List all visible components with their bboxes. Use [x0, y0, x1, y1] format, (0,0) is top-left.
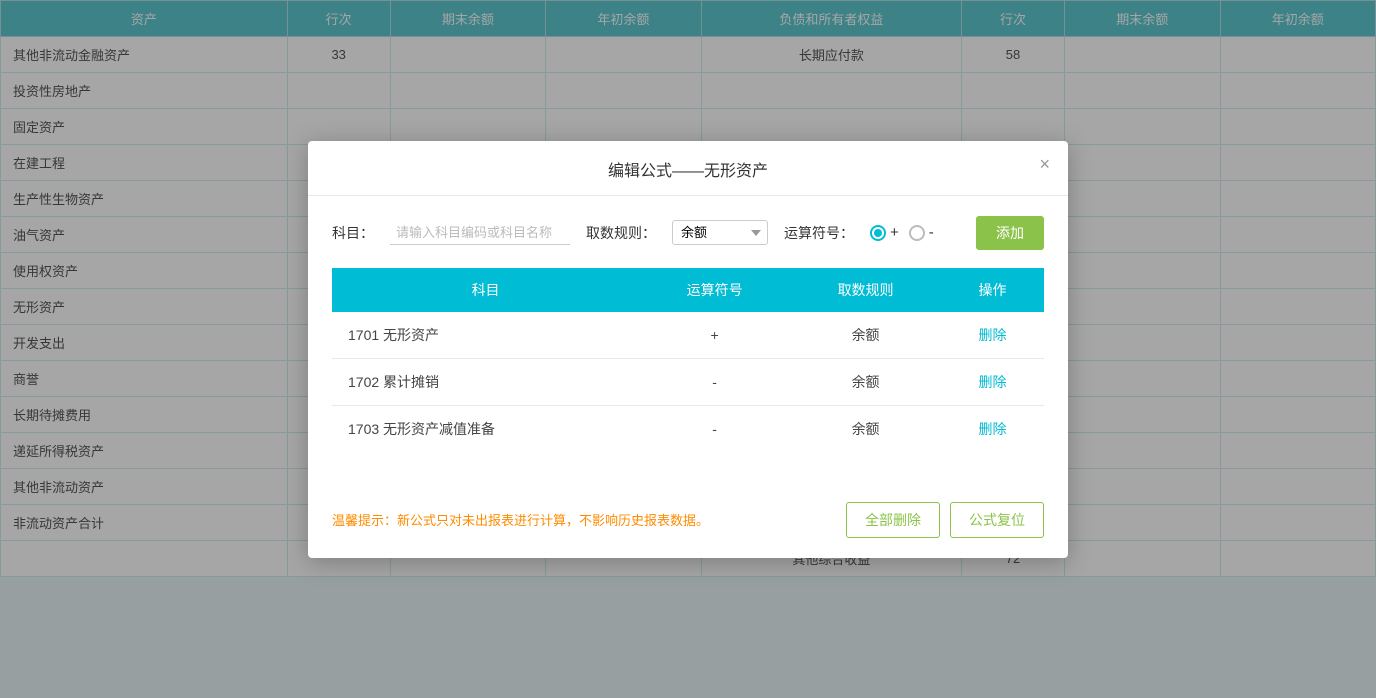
plus-radio-circle: [870, 225, 886, 241]
formula-table-head: 科目运算符号取数规则操作: [332, 268, 1044, 312]
operator-label: 运算符号：: [784, 223, 854, 243]
subject-input[interactable]: [390, 221, 570, 245]
reset-formula-button[interactable]: 公式复位: [950, 502, 1044, 538]
formula-operator-cell: +: [639, 312, 790, 359]
footer-hint: 温馨提示：新公式只对未出报表进行计算，不影响历史报表数据。: [332, 510, 709, 529]
form-row: 科目： 取数规则： 余额借方贷方借方发生额贷方发生额 运算符号： + -: [332, 216, 1044, 250]
modal-body: 科目： 取数规则： 余额借方贷方借方发生额贷方发生额 运算符号： + -: [308, 196, 1068, 488]
modal-title: 编辑公式——无形资产: [608, 163, 768, 180]
rule-label: 取数规则：: [586, 223, 656, 243]
minus-radio-label: -: [929, 224, 934, 241]
edit-formula-modal: 编辑公式——无形资产 × 科目： 取数规则： 余额借方贷方借方发生额贷方发生额 …: [308, 141, 1068, 558]
plus-radio-label: +: [890, 224, 899, 241]
formula-action-cell: 删除: [941, 358, 1044, 405]
formula-operator-cell: -: [639, 405, 790, 452]
rule-select[interactable]: 余额借方贷方借方发生额贷方发生额: [672, 220, 768, 245]
formula-rule-cell: 余额: [790, 405, 941, 452]
formula-col-header: 运算符号: [639, 268, 790, 312]
rule-select-wrap: 余额借方贷方借方发生额贷方发生额: [672, 220, 768, 245]
delete-row-button[interactable]: 删除: [979, 325, 1007, 345]
formula-rule-cell: 余额: [790, 312, 941, 359]
delete-row-button[interactable]: 删除: [979, 372, 1007, 392]
operator-plus-radio[interactable]: +: [870, 224, 899, 241]
modal-header: 编辑公式——无形资产 ×: [308, 141, 1068, 196]
table-row: 1702 累计摊销-余额 删除: [332, 358, 1044, 405]
formula-action-cell: 删除: [941, 312, 1044, 359]
minus-radio-circle: [909, 225, 925, 241]
formula-table-body: 1701 无形资产+余额删除1702 累计摊销-余额删除1703 无形资产减值准…: [332, 312, 1044, 452]
delete-all-button[interactable]: 全部删除: [846, 502, 940, 538]
formula-subject-cell: 1702 累计摊销: [332, 358, 639, 405]
modal-footer: 温馨提示：新公式只对未出报表进行计算，不影响历史报表数据。 全部删除 公式复位: [308, 488, 1068, 558]
formula-table: 科目运算符号取数规则操作 1701 无形资产+余额删除1702 累计摊销-余额删…: [332, 268, 1044, 452]
table-row: 1703 无形资产减值准备-余额 删除: [332, 405, 1044, 452]
formula-operator-cell: -: [639, 358, 790, 405]
operator-radio-group: + -: [870, 224, 934, 241]
subject-label: 科目：: [332, 223, 374, 243]
formula-col-header: 取数规则: [790, 268, 941, 312]
footer-buttons: 全部删除 公式复位: [846, 502, 1044, 538]
close-button[interactable]: ×: [1039, 155, 1050, 173]
formula-subject-cell: 1701 无形资产: [332, 312, 639, 359]
delete-row-button[interactable]: 删除: [979, 419, 1007, 439]
formula-action-cell: 删除: [941, 405, 1044, 452]
table-row: 1701 无形资产+余额 删除: [332, 312, 1044, 359]
formula-subject-cell: 1703 无形资产减值准备: [332, 405, 639, 452]
formula-col-header: 操作: [941, 268, 1044, 312]
add-button[interactable]: 添加: [976, 216, 1044, 250]
modal-overlay: 编辑公式——无形资产 × 科目： 取数规则： 余额借方贷方借方发生额贷方发生额 …: [0, 0, 1376, 698]
formula-rule-cell: 余额: [790, 358, 941, 405]
operator-minus-radio[interactable]: -: [909, 224, 934, 241]
formula-col-header: 科目: [332, 268, 639, 312]
